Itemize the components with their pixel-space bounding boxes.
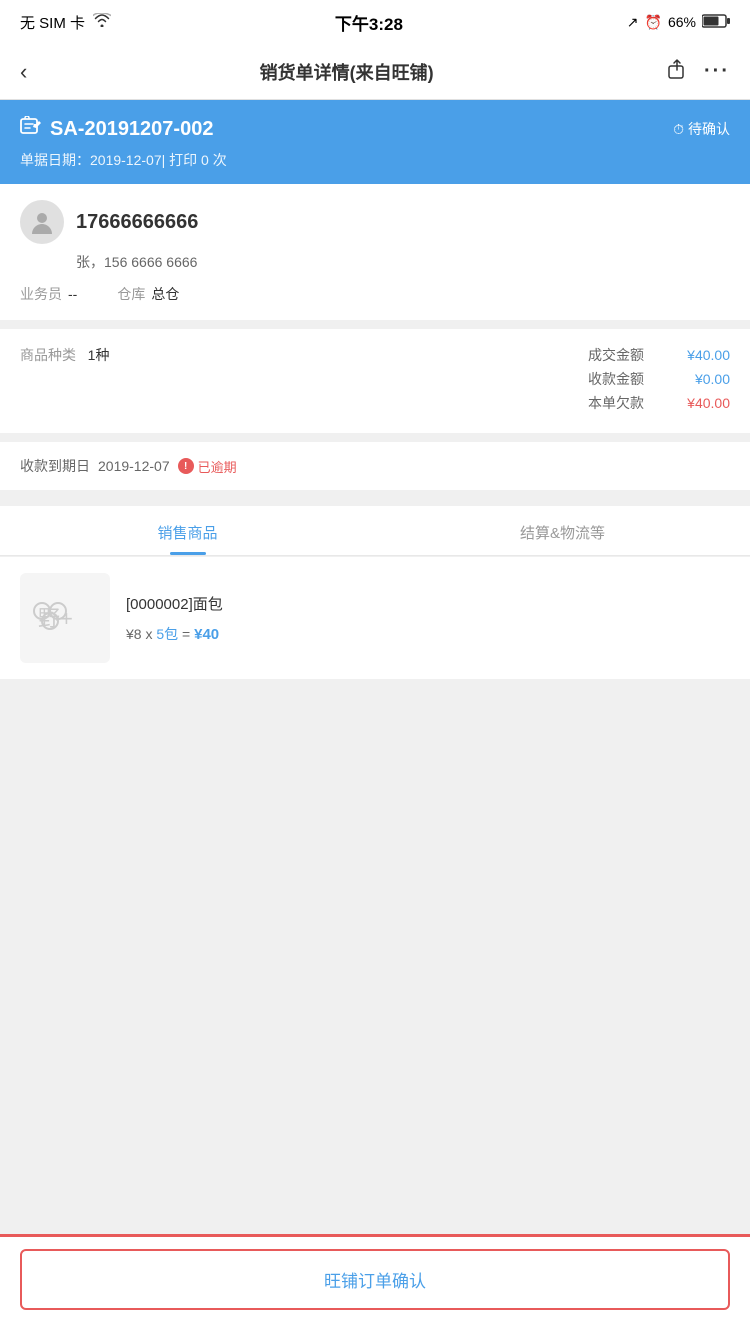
order-id: SA-20191207-002 <box>20 116 213 142</box>
category-count: 1种 <box>88 347 110 363</box>
customer-phone: 17666666666 <box>76 211 198 234</box>
transaction-label: 成交金额 <box>588 345 644 365</box>
nav-actions: ··· <box>666 58 730 85</box>
status-time: 下午3:28 <box>335 10 403 35</box>
order-status: ⏱ 待确认 <box>673 119 730 139</box>
product-name: [0000002]面包 <box>126 593 730 614</box>
category-label: 商品种类 <box>20 347 76 363</box>
battery-icon <box>702 14 730 31</box>
confirm-button-container: 旺铺订单确认 <box>0 1234 750 1334</box>
amounts-section: 成交金额 ¥40.00 收款金额 ¥0.00 本单欠款 ¥40.00 <box>588 345 730 417</box>
status-right: ↗ ⏰ 66% <box>627 14 730 31</box>
avatar <box>20 200 64 244</box>
overdue-text: 已逾期 <box>198 457 237 476</box>
confirm-order-button[interactable]: 旺铺订单确认 <box>20 1249 730 1310</box>
warehouse-label: 仓库 <box>117 284 145 304</box>
transaction-amount: ¥40.00 <box>660 347 730 363</box>
product-item: 野+ [0000002]面包 ¥8 x 5包 = ¥40 <box>20 573 730 663</box>
order-icon <box>20 116 42 142</box>
due-amount: ¥40.00 <box>660 395 730 411</box>
alarm-icon: ⏰ <box>645 14 662 31</box>
order-date: 单据日期：2019-12-07| 打印 0 次 <box>20 150 730 170</box>
location-icon: ↗ <box>627 14 639 31</box>
carrier-label: 无 SIM 卡 <box>20 12 85 33</box>
product-thumbnail: 野+ <box>20 573 110 663</box>
nav-bar: ‹ 销货单详情(来自旺铺) ··· <box>0 44 750 100</box>
battery-label: 66% <box>668 14 696 30</box>
tabs-section: 销售商品 结算&物流等 <box>0 506 750 556</box>
due-date-value: 2019-12-07 <box>98 458 170 474</box>
status-bar: 无 SIM 卡 下午3:28 ↗ ⏰ 66% <box>0 0 750 44</box>
share-icon[interactable] <box>666 58 688 85</box>
customer-name: 张，156 6666 6666 <box>76 252 730 272</box>
empty-space <box>0 679 750 879</box>
tab-settlement[interactable]: 结算&物流等 <box>375 506 750 555</box>
order-header: SA-20191207-002 ⏱ 待确认 单据日期：2019-12-07| 打… <box>0 100 750 184</box>
product-info: [0000002]面包 ¥8 x 5包 = ¥40 <box>126 593 730 644</box>
status-left: 无 SIM 卡 <box>20 12 111 33</box>
page-title: 销货单详情(来自旺铺) <box>260 59 434 85</box>
due-label: 本单欠款 <box>588 393 644 413</box>
due-date-label: 收款到期日 <box>20 456 90 476</box>
stats-section: 商品种类 1种 成交金额 ¥40.00 收款金额 ¥0.00 本单欠款 ¥40.… <box>0 329 750 433</box>
customer-meta: 业务员 -- 仓库 总仓 <box>20 284 730 304</box>
warehouse-value: 总仓 <box>151 284 179 304</box>
back-button[interactable]: ‹ <box>20 59 27 85</box>
receipt-amount: ¥0.00 <box>660 371 730 387</box>
product-section: 野+ [0000002]面包 ¥8 x 5包 = ¥40 <box>0 557 750 679</box>
salesperson-label: 业务员 <box>20 284 62 304</box>
customer-section: 17666666666 张，156 6666 6666 业务员 -- 仓库 总仓 <box>0 184 750 320</box>
wifi-icon <box>93 13 111 31</box>
section-divider <box>0 498 750 506</box>
more-icon[interactable]: ··· <box>704 60 730 83</box>
overdue-icon: ! <box>178 458 194 474</box>
receipt-label: 收款金额 <box>588 369 644 389</box>
tab-sales-products[interactable]: 销售商品 <box>0 506 375 555</box>
clock-icon: ⏱ <box>673 121 684 138</box>
overdue-badge: ! 已逾期 <box>178 457 237 476</box>
salesperson-value: -- <box>68 286 77 302</box>
product-price: ¥8 x 5包 = ¥40 <box>126 624 730 644</box>
due-date-section: 收款到期日 2019-12-07 ! 已逾期 <box>0 441 750 490</box>
